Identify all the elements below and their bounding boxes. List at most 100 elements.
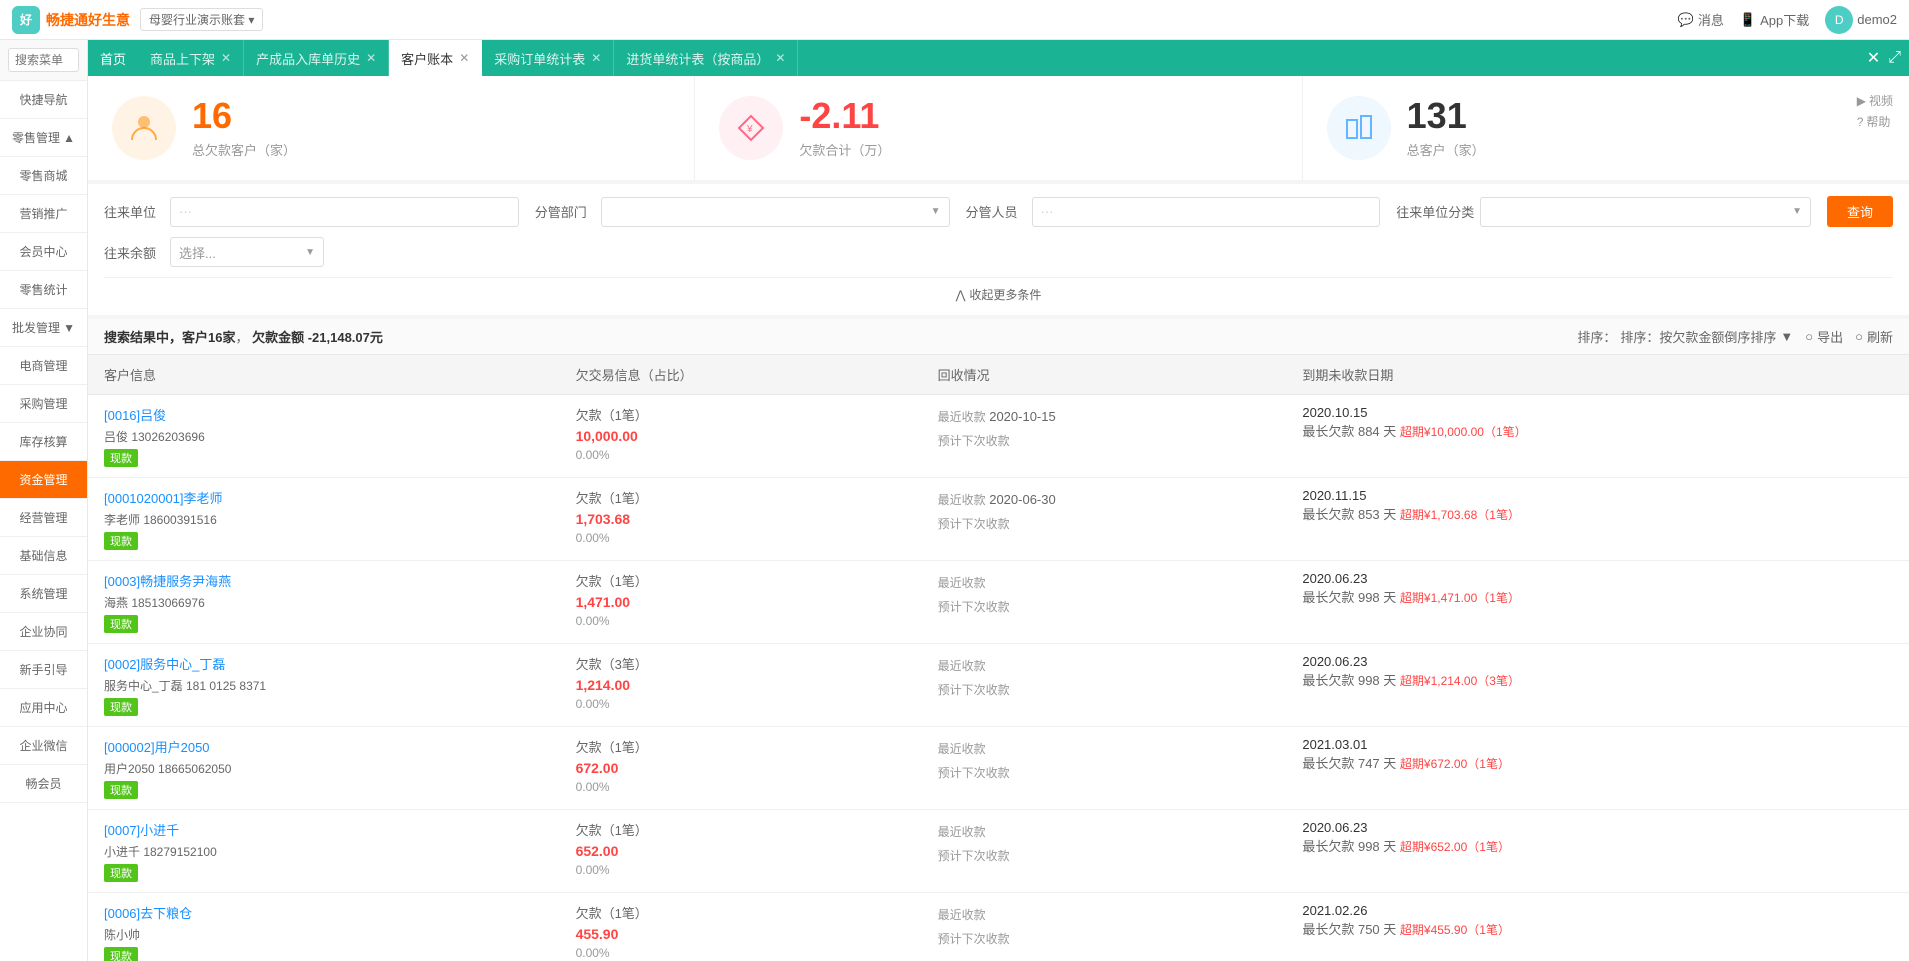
customer-contact: 陈小帅 bbox=[104, 926, 544, 943]
tab-expand-icon[interactable]: ⤢ bbox=[1888, 49, 1901, 67]
message-icon: 💬 bbox=[1678, 12, 1694, 28]
col-header-customer: 客户信息 bbox=[88, 355, 560, 395]
sidebar-item-batch-mgmt[interactable]: 批发管理 ▼ bbox=[0, 309, 87, 347]
customer-name[interactable]: [0002]服务中心_丁磊 bbox=[104, 654, 544, 673]
tab-purchase-product-stats[interactable]: 进货单统计表（按商品） ✕ bbox=[614, 40, 798, 76]
customer-name[interactable]: [0016]吕俊 bbox=[104, 405, 544, 424]
sidebar-item-retail-stats[interactable]: 零售统计 bbox=[0, 271, 87, 309]
sidebar-item-ecom[interactable]: 电商管理 bbox=[0, 347, 87, 385]
sidebar-item-basic[interactable]: 基础信息 bbox=[0, 537, 87, 575]
sidebar: 快捷导航 零售管理 ▲ 零售商城 营销推广 会员中心 零售统计 批发管理 ▼ 电… bbox=[0, 40, 88, 961]
sidebar-item-label: 营销推广 bbox=[19, 207, 67, 221]
tab-home[interactable]: 首页 bbox=[88, 40, 138, 76]
overdue-link[interactable]: 超期¥652.00（1笔） bbox=[1400, 840, 1510, 854]
tab-close-icon[interactable]: ✕ bbox=[366, 51, 376, 65]
debt-amount[interactable]: 1,214.00 bbox=[576, 677, 906, 693]
sidebar-item-label: 会员中心 bbox=[19, 245, 67, 259]
overdue-link[interactable]: 超期¥1,214.00（3笔） bbox=[1400, 674, 1520, 688]
tab-close-icon[interactable]: ✕ bbox=[591, 51, 601, 65]
result-bar: 搜索结果中，客户16家， 欠款金额 -21,148.07元 排序： 排序：按欠款… bbox=[88, 319, 1909, 355]
search-input[interactable] bbox=[8, 48, 79, 72]
sidebar-item-retail-mgmt[interactable]: 零售管理 ▲ bbox=[0, 119, 87, 157]
app-download-btn[interactable]: 📱 App下载 bbox=[1740, 10, 1809, 29]
customer-contact: 用户2050 18665062050 bbox=[104, 760, 544, 777]
sidebar-item-label: 企业协同 bbox=[19, 625, 67, 639]
recovery-info: 最近收款 预计下次收款 bbox=[938, 654, 1271, 701]
sidebar-item-vip[interactable]: 畅会员 bbox=[0, 765, 87, 803]
overdue-date: 2020.06.23 bbox=[1302, 571, 1893, 586]
user-avatar[interactable]: D demo2 bbox=[1825, 6, 1897, 34]
export-btn[interactable]: ○ 导出 bbox=[1805, 327, 1843, 346]
message-btn[interactable]: 💬 消息 bbox=[1678, 10, 1724, 29]
debt-percent: 0.00% bbox=[576, 863, 906, 877]
unit-category-select[interactable]: ▼ bbox=[1480, 197, 1811, 227]
sidebar-item-corp-wechat[interactable]: 企业微信 bbox=[0, 727, 87, 765]
customer-name[interactable]: [0003]畅捷服务尹海燕 bbox=[104, 571, 544, 590]
search-button[interactable]: 查询 bbox=[1827, 196, 1893, 227]
tab-product-history[interactable]: 产成品入库单历史 ✕ bbox=[244, 40, 389, 76]
customer-name[interactable]: [000002]用户2050 bbox=[104, 737, 544, 756]
overdue-link[interactable]: 超期¥672.00（1笔） bbox=[1400, 757, 1510, 771]
tab-close-icon[interactable]: ✕ bbox=[221, 51, 231, 65]
from-unit-input[interactable]: ··· bbox=[170, 197, 519, 227]
overdue-link[interactable]: 超期¥1,471.00（1笔） bbox=[1400, 591, 1520, 605]
tab-purchase-stats[interactable]: 采购订单统计表 ✕ bbox=[482, 40, 614, 76]
sidebar-item-enterprise[interactable]: 企业协同 bbox=[0, 613, 87, 651]
sidebar-item-newbie[interactable]: 新手引导 bbox=[0, 651, 87, 689]
tab-customer-account[interactable]: 客户账本 ✕ bbox=[389, 40, 482, 76]
debt-amount[interactable]: 1,471.00 bbox=[576, 594, 906, 610]
sidebar-item-quick-nav[interactable]: 快捷导航 bbox=[0, 81, 87, 119]
debt-percent: 0.00% bbox=[576, 531, 906, 545]
org-selector[interactable]: 母婴行业演示账套 ▾ bbox=[140, 8, 263, 31]
tab-product-shelf[interactable]: 商品上下架 ✕ bbox=[138, 40, 244, 76]
help-btn[interactable]: ? 帮助 bbox=[1857, 113, 1893, 130]
sidebar-item-member[interactable]: 会员中心 bbox=[0, 233, 87, 271]
manager-input[interactable]: ··· bbox=[1032, 197, 1381, 227]
sidebar-item-marketing[interactable]: 营销推广 bbox=[0, 195, 87, 233]
tab-close-icon[interactable]: ✕ bbox=[775, 51, 785, 65]
tab-close-icon[interactable]: ✕ bbox=[459, 51, 469, 65]
dept-select[interactable]: ▼ bbox=[601, 197, 950, 227]
refresh-btn[interactable]: ○ 刷新 bbox=[1855, 327, 1893, 346]
logo-area: 好 畅捷通好生意 bbox=[12, 6, 130, 34]
svg-text:¥: ¥ bbox=[746, 124, 753, 135]
video-btn[interactable]: ▶ 视频 bbox=[1857, 92, 1893, 109]
balance-label: 往来余额 bbox=[104, 243, 164, 262]
stat-number-total: 131 bbox=[1407, 98, 1485, 134]
balance-select[interactable]: 选择... ▼ bbox=[170, 237, 324, 267]
sidebar-item-label: 零售统计 bbox=[19, 283, 67, 297]
customer-tag: 现款 bbox=[104, 615, 138, 633]
sort-selector[interactable]: 排序： 排序：按欠款金额倒序排序 ▼ bbox=[1577, 327, 1793, 346]
overdue-link[interactable]: 超期¥455.90（1笔） bbox=[1400, 923, 1510, 937]
table-row: [000002]用户2050 用户2050 18665062050 现款 欠款（… bbox=[88, 727, 1909, 810]
customer-tag: 现款 bbox=[104, 781, 138, 799]
stat-number-customers: 16 bbox=[192, 98, 296, 134]
sidebar-item-sys[interactable]: 系统管理 bbox=[0, 575, 87, 613]
sidebar-item-app-center[interactable]: 应用中心 bbox=[0, 689, 87, 727]
col-header-debt: 欠交易信息（占比） bbox=[560, 355, 922, 395]
sidebar-item-retail-mall[interactable]: 零售商城 bbox=[0, 157, 87, 195]
debt-amount[interactable]: 652.00 bbox=[576, 843, 906, 859]
sidebar-item-purchase[interactable]: 采购管理 bbox=[0, 385, 87, 423]
overdue-link[interactable]: 超期¥1,703.68（1笔） bbox=[1400, 508, 1520, 522]
sidebar-item-inventory[interactable]: 库存核算 bbox=[0, 423, 87, 461]
collapse-row[interactable]: ⋀ 收起更多条件 bbox=[104, 277, 1893, 303]
overdue-date: 2021.02.26 bbox=[1302, 903, 1893, 918]
customer-tag: 现款 bbox=[104, 532, 138, 550]
chevron-down-icon: ▼ bbox=[1792, 206, 1802, 217]
customer-name[interactable]: [0007]小进千 bbox=[104, 820, 544, 839]
customer-name[interactable]: [0001020001]李老师 bbox=[104, 488, 544, 507]
manager-label: 分管人员 bbox=[966, 202, 1026, 221]
tab-close-all-icon[interactable]: ✕ bbox=[1867, 48, 1880, 68]
dept-label: 分管部门 bbox=[535, 202, 595, 221]
customer-name[interactable]: [0006]去下粮仓 bbox=[104, 903, 544, 922]
sidebar-item-finance[interactable]: 资金管理 bbox=[0, 461, 87, 499]
debt-amount[interactable]: 672.00 bbox=[576, 760, 906, 776]
sidebar-item-label: 系统管理 bbox=[19, 587, 67, 601]
overdue-link[interactable]: 超期¥10,000.00（1笔） bbox=[1400, 425, 1527, 439]
sort-label: 排序：按欠款金额倒序排序 bbox=[1620, 327, 1776, 346]
sidebar-item-ops[interactable]: 经营管理 bbox=[0, 499, 87, 537]
debt-amount[interactable]: 10,000.00 bbox=[576, 428, 906, 444]
debt-amount[interactable]: 455.90 bbox=[576, 926, 906, 942]
debt-amount[interactable]: 1,703.68 bbox=[576, 511, 906, 527]
